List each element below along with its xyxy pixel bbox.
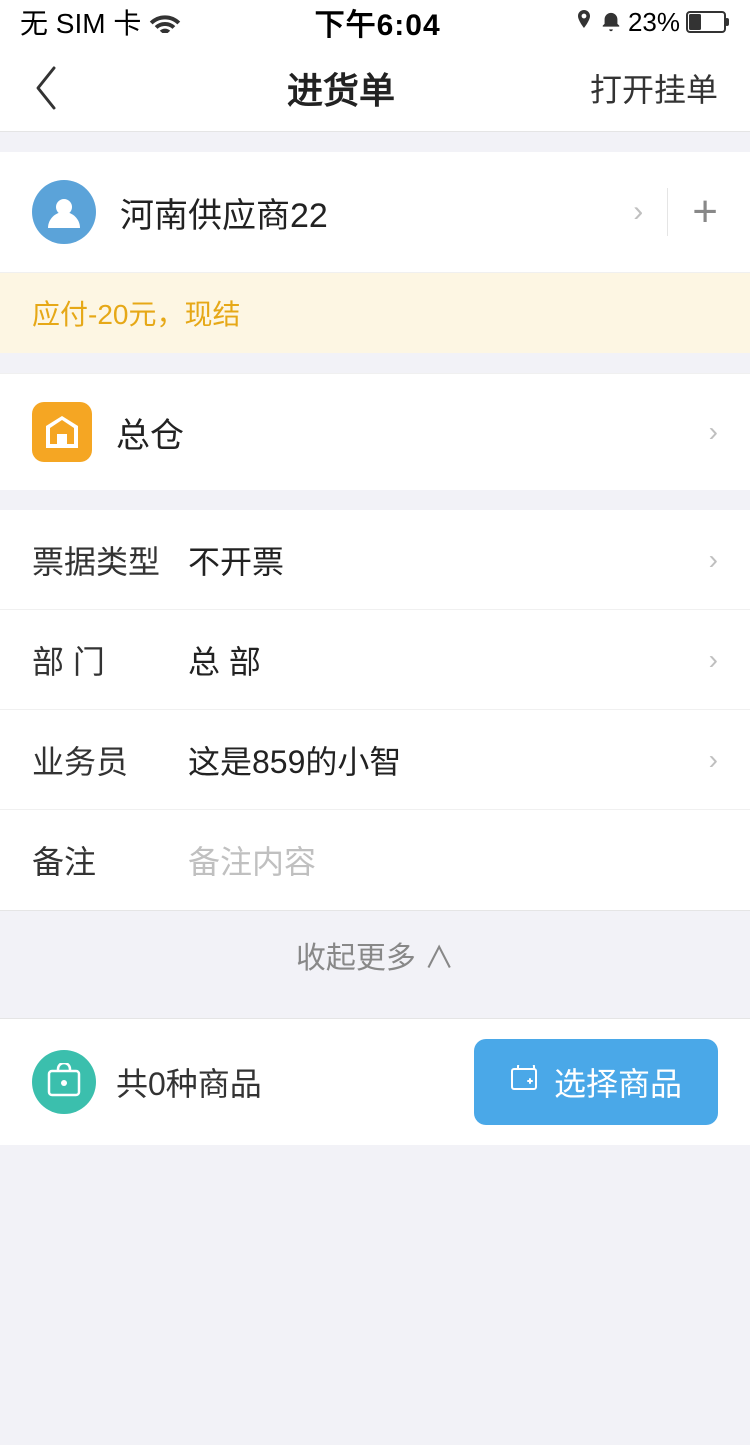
product-count: 共0种商品	[116, 1059, 474, 1105]
status-left: 无 SIM 卡	[20, 2, 181, 42]
form-section: 票据类型 不开票 › 部 门 总 部 › 业务员 这是859的小智 › 备注 备…	[0, 510, 750, 910]
nav-bar: 进货单 打开挂单	[0, 44, 750, 132]
battery-icon	[686, 11, 730, 33]
remark-input[interactable]: 备注内容	[172, 837, 718, 883]
invoice-type-chevron-icon: ›	[709, 544, 718, 576]
notice-bar: 应付-20元，现结	[0, 273, 750, 353]
select-product-icon	[510, 1064, 542, 1101]
invoice-type-value: 不开票	[172, 537, 709, 583]
warehouse-chevron-icon: ›	[709, 416, 718, 448]
location-icon	[574, 10, 594, 34]
open-pending-button[interactable]: 打开挂单	[590, 65, 718, 111]
back-button[interactable]	[32, 64, 92, 112]
warehouse-row[interactable]: 总仓 ›	[0, 373, 750, 490]
status-right: 23%	[574, 7, 730, 38]
product-icon-wrap	[32, 1050, 96, 1114]
empty-area	[0, 1145, 750, 1445]
supplier-avatar	[32, 180, 96, 244]
warehouse-name: 总仓	[116, 408, 709, 457]
warehouse-icon	[32, 402, 92, 462]
status-bar: 无 SIM 卡 下午6:04 23%	[0, 0, 750, 44]
bottom-bar: 共0种商品 选择商品	[0, 1018, 750, 1145]
salesperson-value: 这是859的小智	[172, 737, 709, 783]
department-chevron-icon: ›	[709, 644, 718, 676]
remark-row[interactable]: 备注 备注内容	[0, 810, 750, 910]
collapse-button[interactable]: 收起更多 ∧	[0, 910, 750, 998]
wifi-icon	[149, 11, 181, 33]
select-product-button[interactable]: 选择商品	[474, 1039, 718, 1125]
salesperson-label: 业务员	[32, 737, 172, 783]
select-product-label: 选择商品	[554, 1059, 682, 1105]
invoice-type-label: 票据类型	[32, 537, 172, 583]
battery-label: 23%	[628, 7, 680, 38]
top-divider	[0, 132, 750, 152]
department-label: 部 门	[32, 637, 172, 683]
alarm-icon	[600, 10, 622, 34]
warehouse-card: 总仓 ›	[0, 373, 750, 490]
department-row[interactable]: 部 门 总 部 ›	[0, 610, 750, 710]
department-value: 总 部	[172, 637, 709, 683]
remark-label: 备注	[32, 837, 172, 883]
status-time: 下午6:04	[315, 0, 441, 44]
supplier-name: 河南供应商22	[120, 188, 633, 237]
invoice-type-row[interactable]: 票据类型 不开票 ›	[0, 510, 750, 610]
carrier-label: 无 SIM 卡	[20, 2, 141, 42]
add-supplier-button[interactable]: +	[692, 190, 718, 234]
product-icon	[45, 1063, 83, 1101]
supplier-card: 河南供应商22 › + 应付-20元，现结	[0, 152, 750, 353]
divider-2	[0, 353, 750, 373]
salesperson-chevron-icon: ›	[709, 744, 718, 776]
salesperson-row[interactable]: 业务员 这是859的小智 ›	[0, 710, 750, 810]
supplier-row[interactable]: 河南供应商22 › +	[0, 152, 750, 273]
supplier-chevron-icon: ›	[633, 195, 643, 229]
vertical-divider	[667, 188, 668, 236]
page-title: 进货单	[287, 62, 395, 114]
